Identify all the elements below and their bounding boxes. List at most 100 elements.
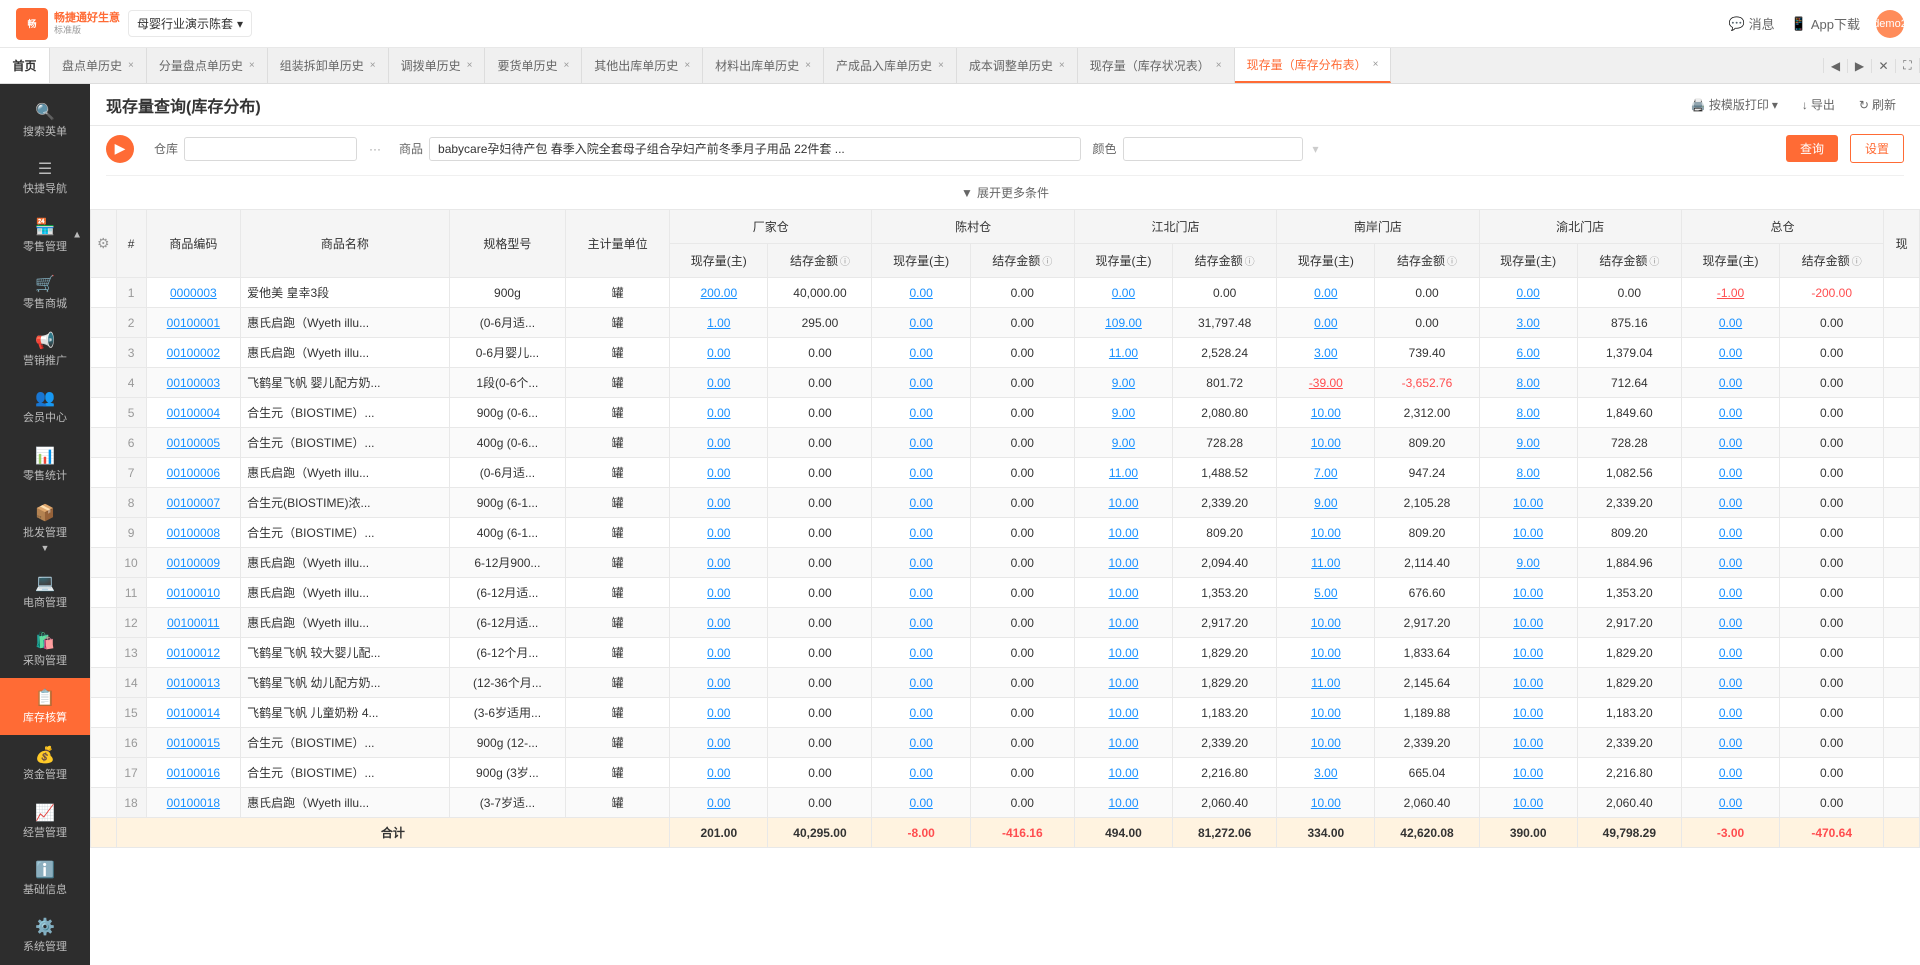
td-f-qty[interactable]: 0.00	[670, 398, 768, 428]
tab-close-10[interactable]: ×	[1216, 60, 1222, 71]
td-y-qty[interactable]: 0.00	[1479, 278, 1577, 308]
td-y-qty[interactable]: 9.00	[1479, 428, 1577, 458]
f-amt-info-icon[interactable]: ⓘ	[840, 257, 850, 268]
td-y-qty[interactable]: 3.00	[1479, 308, 1577, 338]
td-c-qty[interactable]: 0.00	[872, 368, 970, 398]
td-t-qty[interactable]: 0.00	[1681, 608, 1779, 638]
tab-9[interactable]: 成本调整单历史×	[957, 48, 1078, 83]
td-c-qty[interactable]: 0.00	[872, 698, 970, 728]
td-c-qty[interactable]: 0.00	[872, 608, 970, 638]
td-n-qty[interactable]: 11.00	[1277, 668, 1375, 698]
td-c-qty[interactable]: 0.00	[872, 428, 970, 458]
tab-close-7[interactable]: ×	[805, 60, 811, 71]
user-area[interactable]: demo2	[1876, 10, 1904, 38]
sidebar-item-retail-stats[interactable]: 📊 零售统计	[0, 436, 90, 493]
tab-close-3[interactable]: ×	[370, 60, 376, 71]
c-amt-info-icon[interactable]: ⓘ	[1042, 257, 1052, 268]
td-t-qty[interactable]: 0.00	[1681, 428, 1779, 458]
td-y-qty[interactable]: 8.00	[1479, 458, 1577, 488]
td-c-qty[interactable]: 0.00	[872, 518, 970, 548]
tab-3[interactable]: 组装拆卸单历史×	[268, 48, 389, 83]
td-y-qty[interactable]: 10.00	[1479, 668, 1577, 698]
td-j-qty[interactable]: 10.00	[1074, 548, 1172, 578]
td-n-qty[interactable]: 10.00	[1277, 728, 1375, 758]
sidebar-item-retail-mgmt[interactable]: 🏪 零售管理 ▲	[0, 207, 90, 264]
td-code[interactable]: 00100004	[146, 398, 241, 428]
td-j-qty[interactable]: 10.00	[1074, 638, 1172, 668]
td-t-qty[interactable]: 0.00	[1681, 368, 1779, 398]
td-code[interactable]: 00100011	[146, 608, 241, 638]
tab-4[interactable]: 调拨单历史×	[389, 48, 486, 83]
tab-expand-btn[interactable]: ⛶	[1896, 58, 1920, 73]
td-code[interactable]: 00100002	[146, 338, 241, 368]
td-n-qty[interactable]: 10.00	[1277, 638, 1375, 668]
tab-close-9[interactable]: ×	[1059, 60, 1065, 71]
td-n-qty[interactable]: 11.00	[1277, 548, 1375, 578]
td-c-qty[interactable]: 0.00	[872, 758, 970, 788]
td-c-qty[interactable]: 0.00	[872, 548, 970, 578]
td-c-qty[interactable]: 0.00	[872, 728, 970, 758]
tab-prev-btn[interactable]: ◀	[1824, 59, 1848, 73]
td-n-qty[interactable]: 3.00	[1277, 758, 1375, 788]
td-c-qty[interactable]: 0.00	[872, 278, 970, 308]
expand-more-btn[interactable]: ▼ 展开更多条件	[957, 180, 1053, 205]
sidebar-item-ecommerce[interactable]: 💻 电商管理	[0, 563, 90, 620]
td-code[interactable]: 00100006	[146, 458, 241, 488]
td-t-qty[interactable]: 0.00	[1681, 758, 1779, 788]
td-code[interactable]: 00100012	[146, 638, 241, 668]
td-code[interactable]: 00100009	[146, 548, 241, 578]
tab-5[interactable]: 要货单历史×	[485, 48, 582, 83]
tab-2[interactable]: 分量盘点单历史×	[147, 48, 268, 83]
td-n-qty[interactable]: 0.00	[1277, 278, 1375, 308]
td-j-qty[interactable]: 10.00	[1074, 488, 1172, 518]
print-btn[interactable]: 🖨️ 按模版打印 ▾	[1683, 92, 1786, 117]
setting-btn[interactable]: 设置	[1850, 134, 1904, 163]
td-f-qty[interactable]: 0.00	[670, 338, 768, 368]
td-t-qty[interactable]: 0.00	[1681, 548, 1779, 578]
td-y-qty[interactable]: 10.00	[1479, 638, 1577, 668]
td-c-qty[interactable]: 0.00	[872, 398, 970, 428]
td-n-qty[interactable]: 5.00	[1277, 578, 1375, 608]
td-j-qty[interactable]: 11.00	[1074, 338, 1172, 368]
td-code[interactable]: 00100016	[146, 758, 241, 788]
query-btn[interactable]: 查询	[1786, 135, 1838, 162]
sidebar-item-retail-mall[interactable]: 🛒 零售商城	[0, 264, 90, 321]
td-f-qty[interactable]: 0.00	[670, 458, 768, 488]
td-t-qty[interactable]: 0.00	[1681, 578, 1779, 608]
td-c-qty[interactable]: 0.00	[872, 788, 970, 818]
td-f-qty[interactable]: 0.00	[670, 368, 768, 398]
td-code[interactable]: 00100015	[146, 728, 241, 758]
td-n-qty[interactable]: 10.00	[1277, 518, 1375, 548]
td-t-qty[interactable]: 0.00	[1681, 458, 1779, 488]
td-f-qty[interactable]: 0.00	[670, 578, 768, 608]
j-amt-info-icon[interactable]: ⓘ	[1245, 257, 1255, 268]
tab-home[interactable]: 首页	[0, 48, 50, 83]
td-j-qty[interactable]: 10.00	[1074, 728, 1172, 758]
td-j-qty[interactable]: 9.00	[1074, 398, 1172, 428]
td-f-qty[interactable]: 1.00	[670, 308, 768, 338]
td-c-qty[interactable]: 0.00	[872, 308, 970, 338]
td-f-qty[interactable]: 0.00	[670, 428, 768, 458]
td-t-qty[interactable]: 0.00	[1681, 638, 1779, 668]
td-y-qty[interactable]: 10.00	[1479, 758, 1577, 788]
y-amt-info-icon[interactable]: ⓘ	[1649, 257, 1659, 268]
td-c-qty[interactable]: 0.00	[872, 578, 970, 608]
goods-input[interactable]	[429, 137, 1080, 161]
td-y-qty[interactable]: 10.00	[1479, 578, 1577, 608]
td-f-qty[interactable]: 0.00	[670, 728, 768, 758]
tab-7[interactable]: 材料出库单历史×	[703, 48, 824, 83]
tab-10[interactable]: 现存量（库存状况表）×	[1078, 48, 1235, 83]
tab-close-5[interactable]: ×	[563, 60, 569, 71]
td-code[interactable]: 00100005	[146, 428, 241, 458]
td-y-qty[interactable]: 10.00	[1479, 728, 1577, 758]
td-y-qty[interactable]: 10.00	[1479, 488, 1577, 518]
td-t-qty[interactable]: -1.00	[1681, 278, 1779, 308]
td-code[interactable]: 00100014	[146, 698, 241, 728]
tab-6[interactable]: 其他出库单历史×	[582, 48, 703, 83]
color-input[interactable]	[1123, 137, 1303, 161]
td-code[interactable]: 00100001	[146, 308, 241, 338]
tab-close-all-btn[interactable]: ✕	[1872, 59, 1896, 73]
sidebar-item-search[interactable]: 🔍 搜索英单	[0, 92, 90, 149]
td-n-qty[interactable]: 10.00	[1277, 608, 1375, 638]
td-n-qty[interactable]: 3.00	[1277, 338, 1375, 368]
